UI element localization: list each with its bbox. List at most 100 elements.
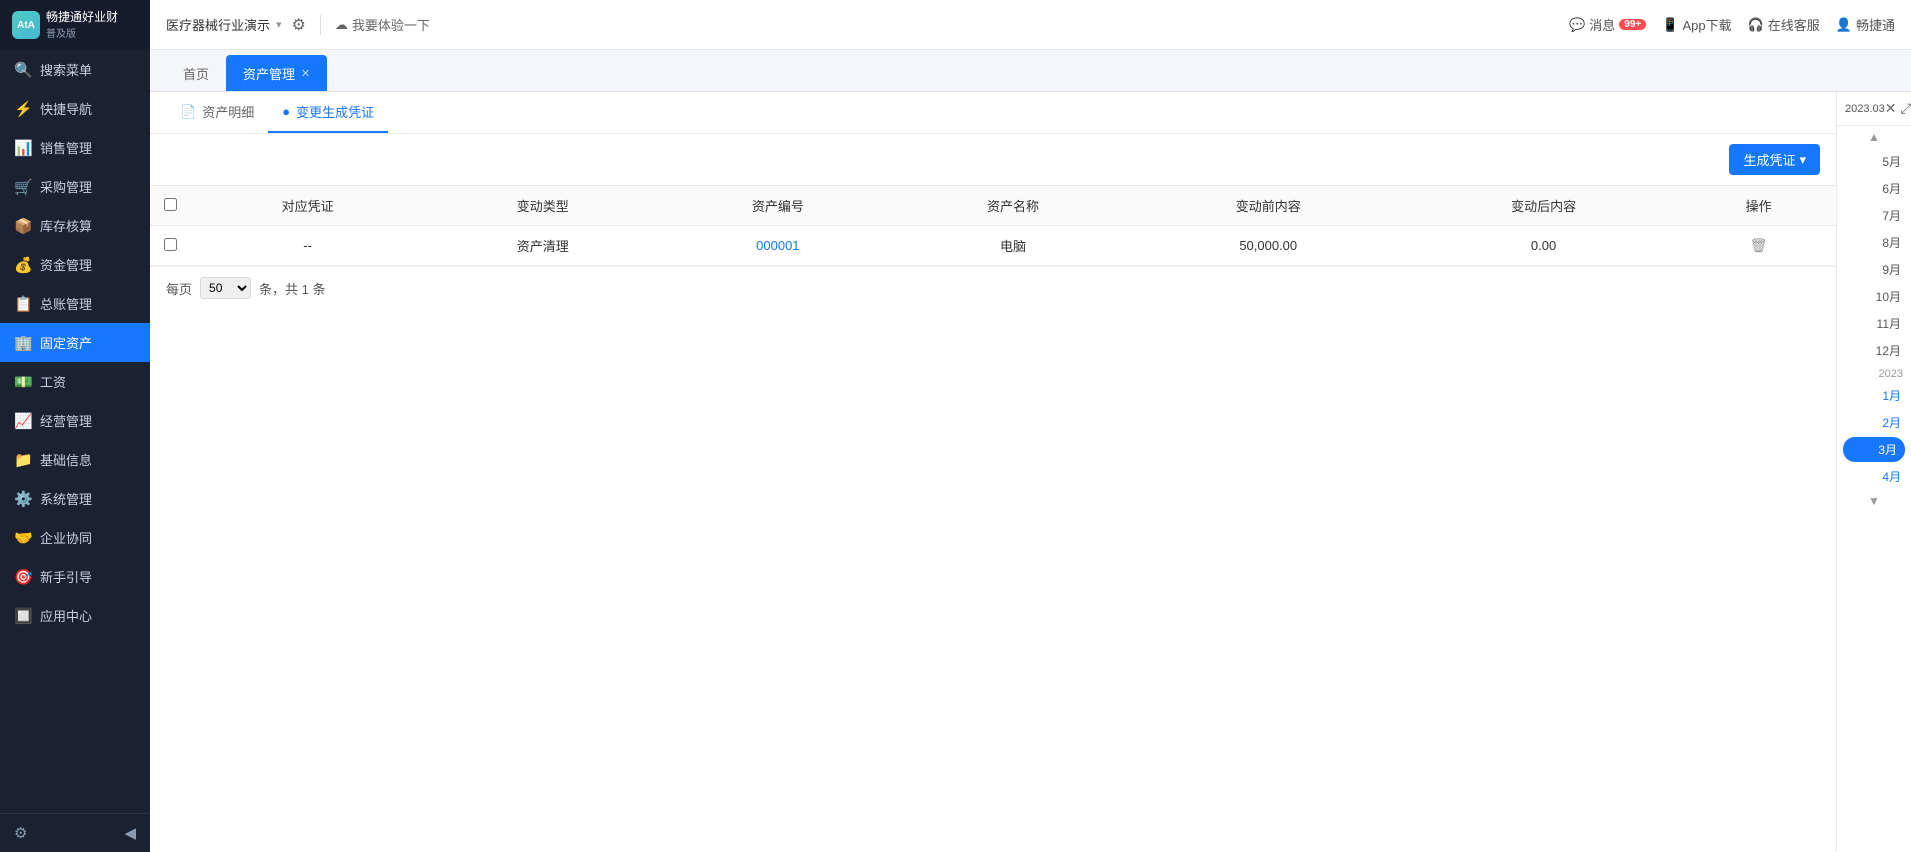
customer-service-button[interactable]: 🎧 在线客服 <box>1748 15 1820 34</box>
panel-year-label: 2023.03 <box>1845 103 1885 115</box>
row-checkbox[interactable] <box>164 238 177 251</box>
user-button[interactable]: 👤 畅捷通 <box>1836 15 1895 34</box>
top-header: 医疗器械行业演示 ▾ ⚙ ☁ 我要体验一下 💬 消息 99+ 📱 App下载 🎧… <box>150 0 1911 50</box>
date-month-2023-2[interactable]: 2月 <box>1837 409 1911 436</box>
panel-close-icon[interactable]: ✕ <box>1885 100 1897 117</box>
dropdown-arrow-icon: ▾ <box>1799 152 1806 168</box>
settings-icon[interactable]: ⚙ <box>14 824 27 842</box>
generate-voucher-button[interactable]: 生成凭证 ▾ <box>1729 144 1820 175</box>
sidebar-item-label: 总账管理 <box>40 294 92 313</box>
cooperation-icon: 🤝 <box>14 529 32 547</box>
collapse-icon[interactable]: ◀ <box>124 824 136 842</box>
select-all-checkbox[interactable] <box>164 198 177 211</box>
sidebar-item-label: 固定资产 <box>40 333 92 352</box>
date-month-6[interactable]: 6月 <box>1837 175 1911 202</box>
main-area: 医疗器械行业演示 ▾ ⚙ ☁ 我要体验一下 💬 消息 99+ 📱 App下载 🎧… <box>150 0 1911 852</box>
page-size-label: 每页 <box>166 279 192 298</box>
date-month-11[interactable]: 11月 <box>1837 310 1911 337</box>
table-header-voucher: 对应凭证 <box>190 186 425 226</box>
sidebar-item-sales[interactable]: 📊 销售管理 <box>0 128 150 167</box>
sidebar-item-fixed-assets[interactable]: 🏢 固定资产 <box>0 323 150 362</box>
date-scroll-up-icon[interactable]: ▲ <box>1837 126 1911 148</box>
date-month-2023-4[interactable]: 4月 <box>1837 463 1911 490</box>
row-asset-code: 000001 <box>660 226 895 266</box>
panel-expand-icon[interactable]: ⤢ <box>1901 100 1911 117</box>
sidebar-menu: 🔍 搜索菜单 ⚡ 快捷导航 📊 销售管理 🛒 采购管理 📦 库存核算 💰 资金管… <box>0 50 150 813</box>
experience-button[interactable]: ☁ 我要体验一下 <box>335 15 430 34</box>
notification-button[interactable]: 💬 消息 99+ <box>1569 15 1646 34</box>
total-label: 条，共 1 条 <box>259 279 325 298</box>
asset-detail-icon: 📄 <box>180 104 196 120</box>
app-download-button[interactable]: 📱 App下载 <box>1662 15 1731 34</box>
tab-asset-mgmt[interactable]: 资产管理 ✕ <box>226 55 327 91</box>
sidebar-item-basic-info[interactable]: 📁 基础信息 <box>0 440 150 479</box>
date-month-5[interactable]: 5月 <box>1837 148 1911 175</box>
date-list: ▲ 5月 6月 7月 8月 9月 10月 <box>1837 126 1911 852</box>
user-icon: 👤 <box>1836 17 1852 33</box>
sidebar-item-salary[interactable]: 💵 工资 <box>0 362 150 401</box>
sidebar-item-capital[interactable]: 💰 资金管理 <box>0 245 150 284</box>
experience-icon: ☁ <box>335 17 348 33</box>
sidebar-item-label: 搜索菜单 <box>40 60 92 79</box>
sub-tabs: 📄 资产明细 ● 变更生成凭证 <box>150 92 1836 134</box>
sidebar-item-label: 工资 <box>40 372 66 391</box>
logo-sub: 普及版 <box>46 25 118 40</box>
ledger-icon: 📋 <box>14 295 32 313</box>
purchase-icon: 🛒 <box>14 178 32 196</box>
delete-icon[interactable]: 🗑 <box>1750 237 1768 253</box>
customer-service-icon: 🎧 <box>1748 17 1764 33</box>
sidebar-item-label: 快捷导航 <box>40 99 92 118</box>
inventory-icon: 📦 <box>14 217 32 235</box>
sidebar-item-label: 资金管理 <box>40 255 92 274</box>
sub-tab-change-voucher-label: 变更生成凭证 <box>296 102 374 121</box>
date-month-9[interactable]: 9月 <box>1837 256 1911 283</box>
sidebar-item-cooperation[interactable]: 🤝 企业协同 <box>0 518 150 557</box>
notification-icon: 💬 <box>1569 17 1585 33</box>
date-month-10[interactable]: 10月 <box>1837 283 1911 310</box>
sub-tab-asset-detail[interactable]: 📄 资产明细 <box>166 92 268 133</box>
row-change-type: 资产清理 <box>425 226 660 266</box>
tab-close-icon[interactable]: ✕ <box>301 67 310 80</box>
sidebar-item-system[interactable]: ⚙️ 系统管理 <box>0 479 150 518</box>
page-size-select[interactable]: 10 20 50 100 <box>200 277 251 299</box>
company-dropdown-icon: ▾ <box>276 18 282 31</box>
sidebar-item-guide[interactable]: 🎯 新手引导 <box>0 557 150 596</box>
date-month-2023-3[interactable]: 3月 <box>1843 437 1905 462</box>
sidebar-item-operation[interactable]: 📈 经营管理 <box>0 401 150 440</box>
app-center-icon: 🔲 <box>14 607 32 625</box>
app-download-label: App下载 <box>1682 15 1731 34</box>
table-header-after-change: 变动后内容 <box>1406 186 1681 226</box>
date-scroll-down-icon[interactable]: ▼ <box>1837 490 1911 512</box>
sub-tab-change-voucher[interactable]: ● 变更生成凭证 <box>268 92 388 133</box>
tab-home[interactable]: 首页 <box>166 55 226 91</box>
logo-icon: AtA <box>12 11 40 39</box>
date-month-12[interactable]: 12月 <box>1837 337 1911 364</box>
sidebar-item-app-center[interactable]: 🔲 应用中心 <box>0 596 150 635</box>
date-month-7[interactable]: 7月 <box>1837 202 1911 229</box>
table-header-change-type: 变动类型 <box>425 186 660 226</box>
sidebar-item-inventory[interactable]: 📦 库存核算 <box>0 206 150 245</box>
company-selector[interactable]: 医疗器械行业演示 ▾ <box>166 15 282 34</box>
sidebar-item-label: 应用中心 <box>40 606 92 625</box>
tab-home-label: 首页 <box>183 64 209 83</box>
sidebar-item-label: 销售管理 <box>40 138 92 157</box>
sidebar-item-purchase[interactable]: 🛒 采购管理 <box>0 167 150 206</box>
salary-icon: 💵 <box>14 373 32 391</box>
sidebar-item-search[interactable]: 🔍 搜索菜单 <box>0 50 150 89</box>
sidebar-item-label: 系统管理 <box>40 489 92 508</box>
table-header-asset-code: 资产编号 <box>660 186 895 226</box>
settings-gear-icon[interactable]: ⚙ <box>292 15 306 35</box>
sales-icon: 📊 <box>14 139 32 157</box>
fixed-assets-icon: 🏢 <box>14 334 32 352</box>
capital-icon: 💰 <box>14 256 32 274</box>
notification-badge: 99+ <box>1619 19 1646 30</box>
system-icon: ⚙️ <box>14 490 32 508</box>
basic-info-icon: 📁 <box>14 451 32 469</box>
date-month-2023-1[interactable]: 1月 <box>1837 382 1911 409</box>
row-checkbox-cell <box>150 226 190 266</box>
sidebar-item-quick-nav[interactable]: ⚡ 快捷导航 <box>0 89 150 128</box>
table-toolbar: 生成凭证 ▾ <box>150 134 1836 185</box>
sidebar-footer: ⚙ ◀ <box>0 813 150 852</box>
sidebar-item-ledger[interactable]: 📋 总账管理 <box>0 284 150 323</box>
date-month-8[interactable]: 8月 <box>1837 229 1911 256</box>
